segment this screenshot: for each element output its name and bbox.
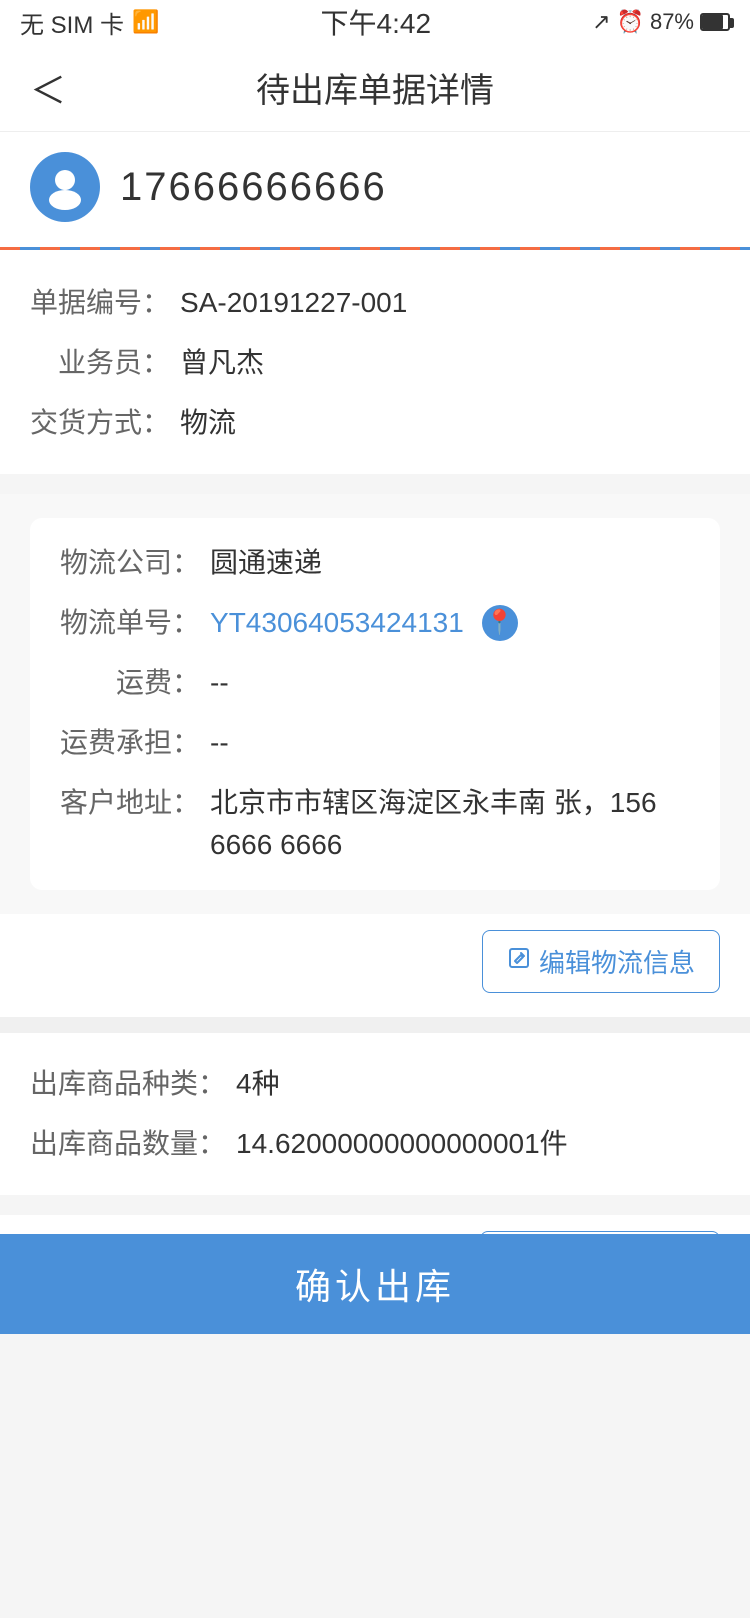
back-button[interactable]: ＜ [30,62,66,114]
delivery-method-value: 物流 [180,402,720,444]
avatar [30,152,100,222]
battery-icon [700,13,730,31]
tracking-no-row: 物流单号： YT43064053424131 [60,602,690,644]
section-divider [0,1017,750,1033]
goods-type-label: 出库商品种类： [30,1063,226,1105]
goods-type-row: 出库商品种类： 4种 [30,1063,720,1105]
nav-bar: ＜ 待出库单据详情 [0,44,750,132]
logistics-section: 物流公司： 圆通速递 物流单号： YT43064053424131 运费： --… [0,494,750,914]
carrier-text: 无 SIM 卡 [20,5,124,40]
bottom-spacer [0,1318,750,1518]
status-right: ↗ ⏰ 87% [592,9,730,35]
delivery-method-label: 交货方式： [30,402,170,444]
status-bar: 无 SIM 卡 📶 下午4:42 ↗ ⏰ 87% [0,0,750,44]
goods-type-value: 4种 [236,1063,720,1105]
freight-bearer-label: 运费承担： [60,722,200,764]
order-no-label: 单据编号： [30,282,170,324]
edit-logistics-button[interactable]: 编辑物流信息 [482,930,720,993]
wifi-icon: 📶 [132,9,159,35]
goods-quantity-row: 出库商品数量： 14.62000000000000001件 [30,1123,720,1165]
order-no-value: SA-20191227-001 [180,282,720,324]
order-info-section: 单据编号： SA-20191227-001 业务员： 曾凡杰 交货方式： 物流 [0,252,750,474]
confirm-button-bar[interactable]: 确认出库 [0,1234,750,1334]
delivery-method-row: 交货方式： 物流 [30,402,720,444]
tracking-no-value: YT43064053424131 [210,602,690,644]
logistics-company-label: 物流公司： [60,542,200,584]
address-value: 北京市市辖区海淀区永丰南 张，156 6666 6666 [210,782,690,866]
user-header: 17666666666 [0,132,750,242]
tracking-no-label: 物流单号： [60,602,200,644]
freight-bearer-row: 运费承担： -- [60,722,690,764]
freight-value: -- [210,662,690,704]
freight-row: 运费： -- [60,662,690,704]
page-title: 待出库单据详情 [256,63,494,112]
goods-section: 出库商品种类： 4种 出库商品数量： 14.62000000000000001件 [0,1033,750,1195]
goods-quantity-value: 14.62000000000000001件 [236,1123,720,1165]
salesperson-row: 业务员： 曾凡杰 [30,342,720,384]
battery-text: 87% [650,9,694,35]
edit-logistics-row: 编辑物流信息 [0,914,750,1017]
address-row: 客户地址： 北京市市辖区海淀区永丰南 张，156 6666 6666 [60,782,690,866]
status-left: 无 SIM 卡 📶 [20,5,159,40]
status-time: 下午4:42 [321,2,432,42]
user-phone: 17666666666 [120,165,387,210]
edit-logistics-label: 编辑物流信息 [539,943,695,980]
freight-label: 运费： [60,662,200,704]
logistics-company-row: 物流公司： 圆通速递 [60,542,690,584]
location-icon: ↗ [592,9,610,35]
order-no-row: 单据编号： SA-20191227-001 [30,282,720,324]
alarm-icon: ⏰ [617,9,644,35]
confirm-button-label: 确认出库 [295,1258,455,1310]
address-label: 客户地址： [60,782,200,824]
location-pin-icon[interactable] [482,605,518,641]
salesperson-value: 曾凡杰 [180,342,720,384]
dashed-divider [0,242,750,252]
salesperson-label: 业务员： [30,342,170,384]
edit-icon [507,946,531,977]
freight-bearer-value: -- [210,722,690,764]
logistics-company-value: 圆通速递 [210,542,690,584]
goods-quantity-label: 出库商品数量： [30,1123,226,1165]
